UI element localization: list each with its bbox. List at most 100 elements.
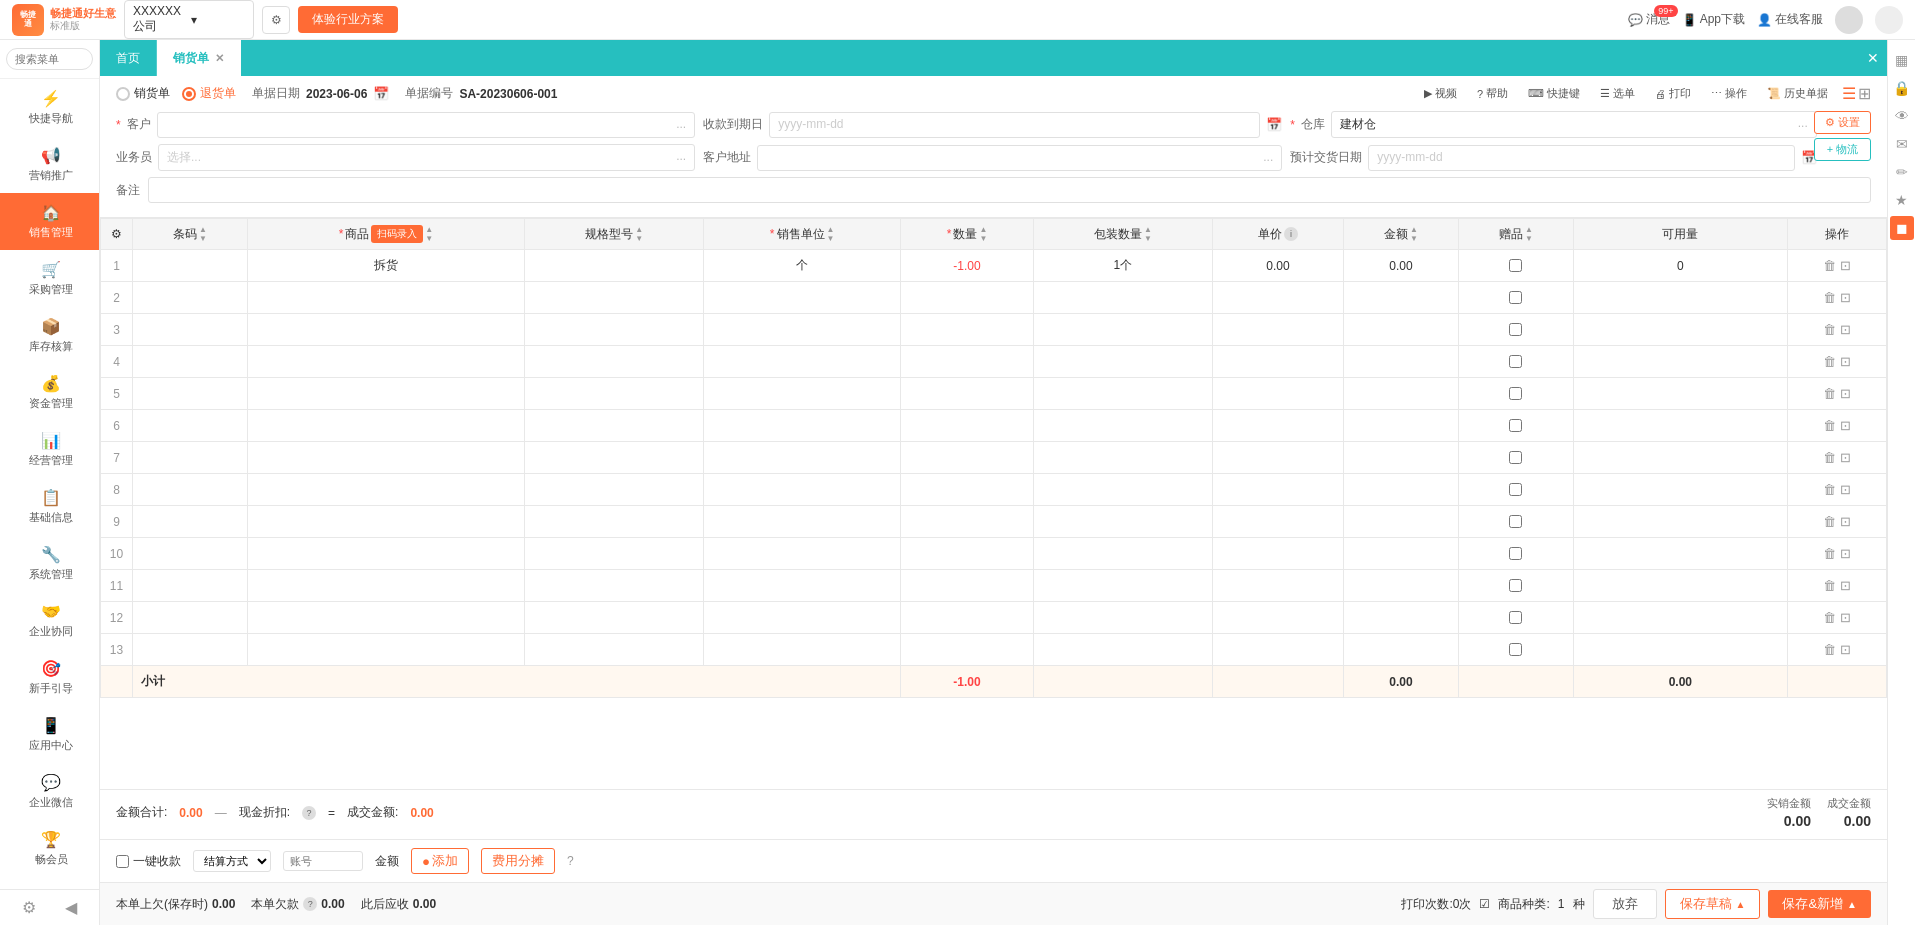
- message-button[interactable]: 💬 消息 99+: [1628, 11, 1670, 28]
- owe-info-icon[interactable]: ?: [303, 897, 317, 911]
- payment-help-icon[interactable]: ?: [567, 854, 574, 868]
- abandon-button[interactable]: 放弃: [1593, 889, 1657, 919]
- remarks-input[interactable]: [148, 177, 1871, 203]
- sidebar-item-enterprise[interactable]: 🤝 企业协同: [0, 592, 99, 649]
- copy-icon[interactable]: ⊡: [1840, 418, 1851, 433]
- operations-btn[interactable]: ⋯ 操作: [1705, 84, 1753, 103]
- row-unit[interactable]: 个: [704, 250, 901, 282]
- grid-view-icon[interactable]: ⊞: [1858, 84, 1871, 103]
- right-panel-edit-icon[interactable]: ✏: [1890, 160, 1914, 184]
- sidebar-item-appcenter[interactable]: 📱 应用中心: [0, 706, 99, 763]
- gift-checkbox[interactable]: [1509, 643, 1522, 656]
- gift-checkbox[interactable]: [1509, 451, 1522, 464]
- scan-button[interactable]: 扫码录入: [371, 225, 423, 243]
- one-click-checkbox[interactable]: [116, 855, 129, 868]
- delete-icon[interactable]: 🗑: [1823, 386, 1836, 401]
- add-button[interactable]: ● 添加: [411, 848, 469, 874]
- delete-icon[interactable]: 🗑: [1823, 546, 1836, 561]
- print-btn[interactable]: 🖨 打印: [1649, 84, 1697, 103]
- logistics-button[interactable]: + 物流: [1814, 138, 1871, 161]
- avatar2[interactable]: [1875, 6, 1903, 34]
- right-panel-star-icon[interactable]: ★: [1890, 188, 1914, 212]
- due-date-input[interactable]: yyyy-mm-dd: [769, 112, 1260, 138]
- delete-icon[interactable]: 🗑: [1823, 418, 1836, 433]
- sidebar-item-finance[interactable]: 💰 资金管理: [0, 364, 99, 421]
- sidebar-gear-icon[interactable]: ⚙: [22, 898, 36, 917]
- product-type-icon[interactable]: ☑: [1479, 897, 1490, 911]
- gift-checkbox[interactable]: [1509, 483, 1522, 496]
- avatar[interactable]: [1835, 6, 1863, 34]
- delete-icon[interactable]: 🗑: [1823, 322, 1836, 337]
- shortcut-btn[interactable]: ⌨ 快捷键: [1522, 84, 1586, 103]
- calc-method-select[interactable]: 结算方式: [193, 850, 271, 872]
- row-product[interactable]: 拆货: [247, 250, 524, 282]
- delete-icon[interactable]: 🗑: [1823, 354, 1836, 369]
- video-btn[interactable]: ▶ 视频: [1418, 84, 1463, 103]
- sidebar-item-purchase[interactable]: 🛒 采购管理: [0, 250, 99, 307]
- right-panel-mail-icon[interactable]: ✉: [1890, 132, 1914, 156]
- gift-checkbox[interactable]: [1509, 611, 1522, 624]
- warehouse-input[interactable]: 建材仓 ...: [1331, 111, 1817, 138]
- copy-icon[interactable]: ⊡: [1840, 546, 1851, 561]
- due-date-calendar-icon[interactable]: 📅: [1266, 117, 1282, 132]
- right-panel-lock-icon[interactable]: 🔒: [1890, 76, 1914, 100]
- row-spec[interactable]: [525, 250, 704, 282]
- company-selector[interactable]: XXXXXX公司 ▾: [124, 0, 254, 39]
- account-input[interactable]: [283, 851, 363, 871]
- copy-icon[interactable]: ⊡: [1840, 610, 1851, 625]
- copy-icon[interactable]: ⊡: [1840, 578, 1851, 593]
- delete-icon[interactable]: 🗑: [1823, 514, 1836, 529]
- copy-icon[interactable]: ⊡: [1840, 354, 1851, 369]
- save-new-button[interactable]: 保存&新增 ▲: [1768, 890, 1871, 918]
- copy-icon[interactable]: ⊡: [1840, 258, 1851, 273]
- copy-icon[interactable]: ⊡: [1840, 290, 1851, 305]
- sidebar-item-basic-info[interactable]: 📋 基础信息: [0, 478, 99, 535]
- sidebar-item-inventory[interactable]: 📦 库存核算: [0, 307, 99, 364]
- copy-icon[interactable]: ⊡: [1840, 450, 1851, 465]
- settings-icon[interactable]: ⚙: [262, 6, 290, 34]
- row-qty[interactable]: -1.00: [901, 250, 1034, 282]
- delete-icon[interactable]: 🗑: [1823, 290, 1836, 305]
- delivery-date-input[interactable]: yyyy-mm-dd: [1368, 145, 1795, 171]
- help-btn[interactable]: ? 帮助: [1471, 84, 1514, 103]
- sidebar-item-quick-nav[interactable]: ⚡ 快捷导航: [0, 79, 99, 136]
- sidebar-item-corpwechat[interactable]: 💬 企业微信: [0, 763, 99, 820]
- discount-info-icon[interactable]: ?: [302, 806, 316, 820]
- salesperson-input[interactable]: 选择... ...: [158, 144, 695, 171]
- sidebar-collapse-icon[interactable]: ◀: [65, 898, 77, 917]
- row-pkg-qty[interactable]: 1个: [1033, 250, 1212, 282]
- tab-close-icon[interactable]: ✕: [215, 52, 224, 65]
- sidebar-item-system[interactable]: 🔧 系统管理: [0, 535, 99, 592]
- history-btn[interactable]: 📜 历史单据: [1761, 84, 1834, 103]
- settings-button[interactable]: ⚙ 设置: [1814, 111, 1871, 134]
- customer-addr-input[interactable]: ...: [757, 145, 1282, 171]
- sidebar-item-marketing[interactable]: 📢 营销推广: [0, 136, 99, 193]
- return-order-radio[interactable]: 退货单: [182, 85, 236, 102]
- close-all-tabs-icon[interactable]: ✕: [1867, 50, 1879, 66]
- search-input[interactable]: [6, 48, 93, 70]
- sidebar-item-newbie[interactable]: 🎯 新手引导: [0, 649, 99, 706]
- delete-icon[interactable]: 🗑: [1823, 482, 1836, 497]
- gift-checkbox[interactable]: [1509, 579, 1522, 592]
- copy-icon[interactable]: ⊡: [1840, 642, 1851, 657]
- app-download-button[interactable]: 📱 App下载: [1682, 11, 1745, 28]
- delete-icon[interactable]: 🗑: [1823, 642, 1836, 657]
- sidebar-item-member[interactable]: 🏆 畅会员: [0, 820, 99, 877]
- price-info-icon[interactable]: i: [1284, 227, 1298, 241]
- gift-checkbox[interactable]: [1509, 355, 1522, 368]
- select-order-btn[interactable]: ☰ 选单: [1594, 84, 1641, 103]
- one-click-payment[interactable]: 一键收款: [116, 853, 181, 870]
- right-panel-grid-icon[interactable]: ▦: [1890, 48, 1914, 72]
- gift-checkbox[interactable]: [1509, 515, 1522, 528]
- row-gift[interactable]: [1458, 250, 1573, 282]
- gift-checkbox[interactable]: [1509, 323, 1522, 336]
- copy-icon[interactable]: ⊡: [1840, 514, 1851, 529]
- expense-split-button[interactable]: 费用分摊: [481, 848, 555, 874]
- row-amount[interactable]: 0.00: [1344, 250, 1459, 282]
- save-draft-button[interactable]: 保存草稿 ▲: [1665, 889, 1761, 919]
- gift-checkbox[interactable]: [1509, 259, 1522, 272]
- th-settings[interactable]: ⚙: [101, 219, 133, 250]
- row-price[interactable]: 0.00: [1212, 250, 1343, 282]
- delete-icon[interactable]: 🗑: [1823, 258, 1836, 273]
- row-barcode[interactable]: [133, 250, 248, 282]
